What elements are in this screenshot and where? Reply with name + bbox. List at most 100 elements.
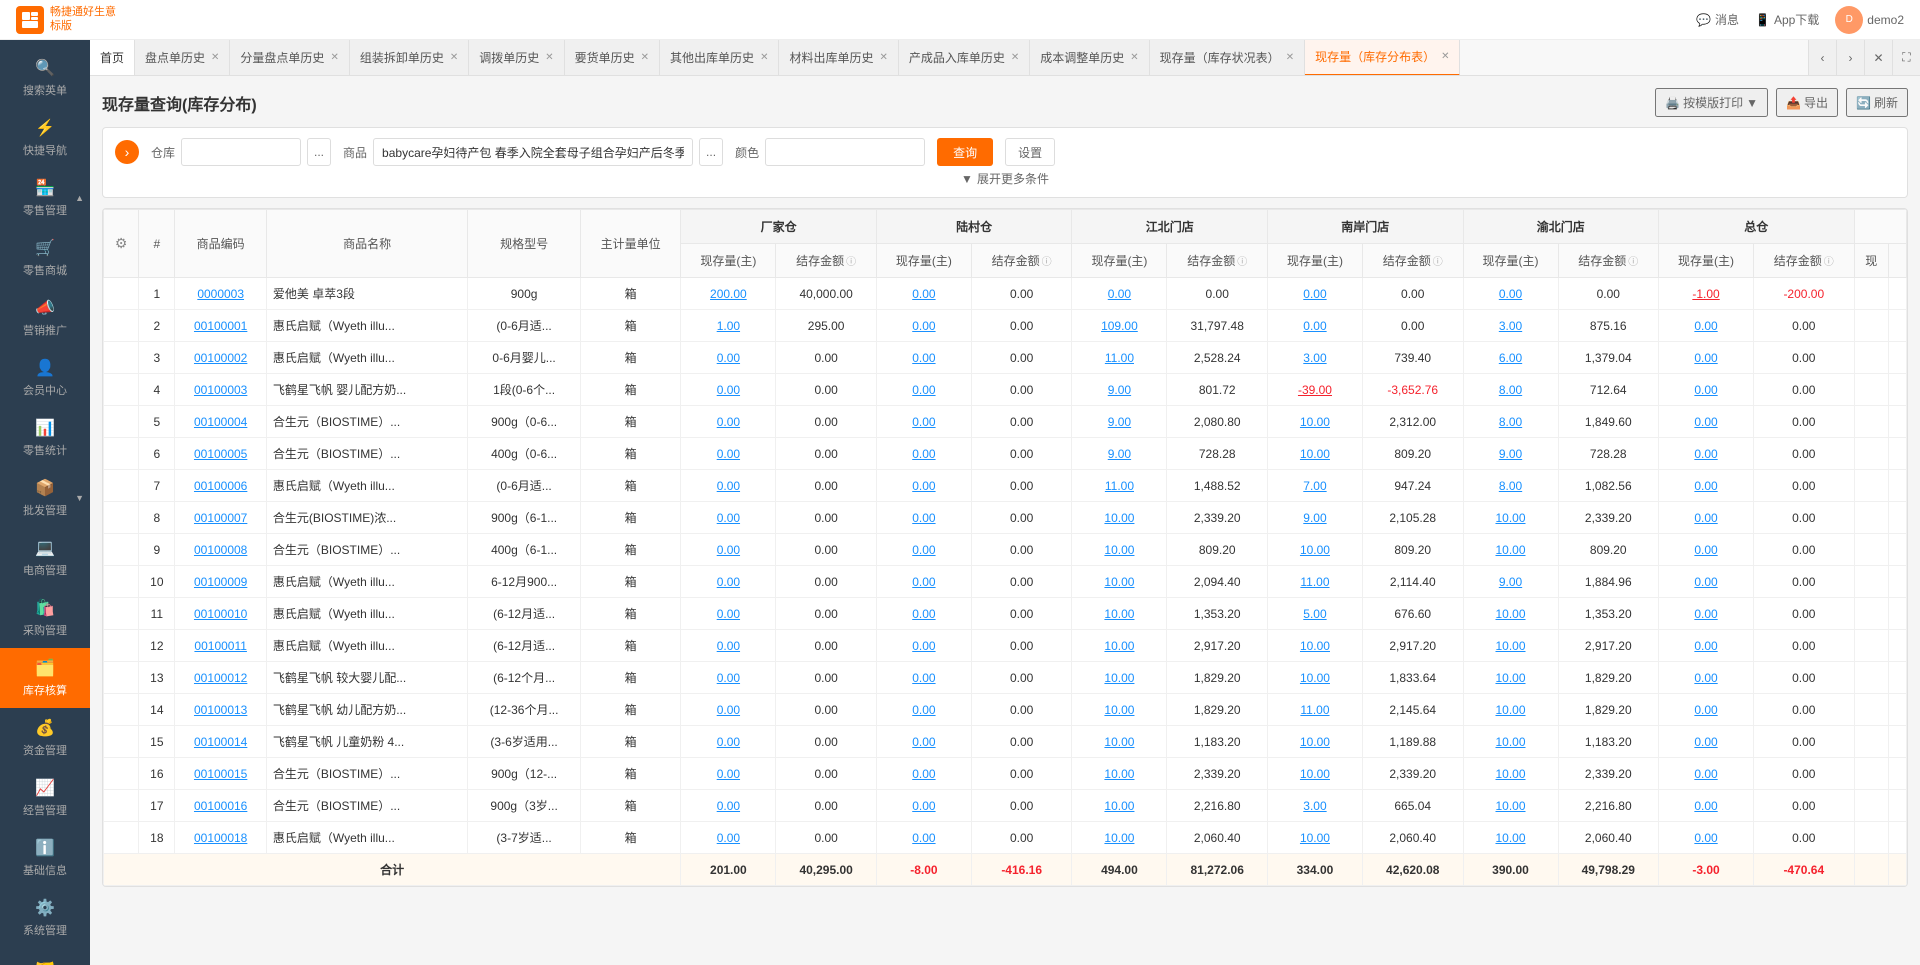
tab-cost-adjust[interactable]: 成本调整单历史 ✕ bbox=[1030, 40, 1149, 76]
sidebar-item-basic-info[interactable]: ℹ️ 基础信息 bbox=[0, 828, 90, 888]
table-cell[interactable]: 9.00 bbox=[1072, 406, 1167, 438]
table-cell[interactable]: 10.00 bbox=[1267, 406, 1362, 438]
sidebar-item-retail-stats[interactable]: 📊 零售统计 bbox=[0, 408, 90, 468]
tab-close-icon[interactable]: ✕ bbox=[1130, 52, 1138, 63]
table-cell[interactable]: 10.00 bbox=[1267, 630, 1362, 662]
tab-close-current-button[interactable]: ✕ bbox=[1864, 40, 1892, 76]
goods-input[interactable] bbox=[373, 138, 693, 166]
user-avatar[interactable]: D demo2 bbox=[1835, 6, 1904, 34]
table-cell[interactable]: 0.00 bbox=[876, 310, 971, 342]
table-cell[interactable]: 10.00 bbox=[1267, 534, 1362, 566]
export-button[interactable]: 📤 导出 bbox=[1776, 88, 1838, 117]
tab-portion-check[interactable]: 分量盘点单历史 ✕ bbox=[230, 40, 349, 76]
table-cell[interactable]: 0.00 bbox=[876, 534, 971, 566]
table-cell[interactable]: 0.00 bbox=[876, 406, 971, 438]
tab-other-out[interactable]: 其他出库单历史 ✕ bbox=[660, 40, 779, 76]
table-cell[interactable]: 00100004 bbox=[175, 406, 266, 438]
table-cell[interactable]: 9.00 bbox=[1463, 566, 1558, 598]
color-input[interactable] bbox=[765, 138, 925, 166]
table-cell[interactable]: 0.00 bbox=[681, 726, 776, 758]
sidebar-item-search[interactable]: 🔍 搜索英单 bbox=[0, 48, 90, 108]
table-cell[interactable]: 0.00 bbox=[1267, 310, 1362, 342]
table-cell[interactable]: 0.00 bbox=[1267, 278, 1362, 310]
tab-order[interactable]: 要货单历史 ✕ bbox=[565, 40, 660, 76]
table-cell[interactable]: 0.00 bbox=[681, 758, 776, 790]
table-cell[interactable]: 10.00 bbox=[1463, 598, 1558, 630]
table-cell[interactable]: 0.00 bbox=[681, 534, 776, 566]
table-cell[interactable]: 0.00 bbox=[876, 726, 971, 758]
table-cell[interactable]: 0.00 bbox=[876, 822, 971, 854]
table-cell[interactable]: 0.00 bbox=[1659, 438, 1754, 470]
table-cell[interactable]: 10.00 bbox=[1267, 438, 1362, 470]
table-cell[interactable]: 1.00 bbox=[681, 310, 776, 342]
table-cell[interactable]: 0.00 bbox=[681, 630, 776, 662]
expand-button[interactable]: › bbox=[115, 140, 139, 164]
sidebar-item-marketing[interactable]: 📣 营销推广 bbox=[0, 288, 90, 348]
table-cell[interactable]: 0.00 bbox=[681, 470, 776, 502]
tab-stock-dist[interactable]: 现存量（库存分布表） ✕ bbox=[1305, 40, 1460, 76]
table-cell[interactable]: -1.00 bbox=[1659, 278, 1754, 310]
table-cell[interactable]: 0.00 bbox=[681, 374, 776, 406]
tab-material-out[interactable]: 材料出库单历史 ✕ bbox=[779, 40, 898, 76]
table-cell[interactable]: 11.00 bbox=[1072, 470, 1167, 502]
table-cell[interactable]: 10.00 bbox=[1072, 630, 1167, 662]
table-cell[interactable]: 00100008 bbox=[175, 534, 266, 566]
table-cell[interactable]: 0.00 bbox=[876, 342, 971, 374]
table-cell[interactable]: 0.00 bbox=[1659, 790, 1754, 822]
table-cell[interactable]: 10.00 bbox=[1463, 534, 1558, 566]
table-cell[interactable]: 3.00 bbox=[1267, 790, 1362, 822]
tab-transfer[interactable]: 调拨单历史 ✕ bbox=[469, 40, 564, 76]
table-cell[interactable]: 200.00 bbox=[681, 278, 776, 310]
table-cell[interactable]: 10.00 bbox=[1267, 662, 1362, 694]
table-cell[interactable]: 9.00 bbox=[1072, 374, 1167, 406]
table-cell[interactable]: 0.00 bbox=[876, 630, 971, 662]
sidebar-item-finance[interactable]: 💰 资金管理 bbox=[0, 708, 90, 768]
table-cell[interactable]: 00100012 bbox=[175, 662, 266, 694]
tab-close-icon[interactable]: ✕ bbox=[545, 52, 553, 63]
sidebar-item-operations[interactable]: 📈 经营管理 bbox=[0, 768, 90, 828]
sidebar-item-shop[interactable]: 🛒 零售商城 bbox=[0, 228, 90, 288]
table-cell[interactable]: 10.00 bbox=[1463, 630, 1558, 662]
table-cell[interactable]: 0.00 bbox=[876, 790, 971, 822]
table-cell[interactable]: 00100003 bbox=[175, 374, 266, 406]
table-cell[interactable]: 0.00 bbox=[1072, 278, 1167, 310]
table-cell[interactable]: 10.00 bbox=[1463, 694, 1558, 726]
table-cell[interactable]: 0.00 bbox=[1659, 502, 1754, 534]
table-cell[interactable]: 10.00 bbox=[1072, 502, 1167, 534]
tab-close-icon[interactable]: ✕ bbox=[330, 52, 338, 63]
table-cell[interactable]: 10.00 bbox=[1463, 758, 1558, 790]
table-cell[interactable]: 0.00 bbox=[681, 790, 776, 822]
table-cell[interactable]: 00100010 bbox=[175, 598, 266, 630]
table-cell[interactable]: 10.00 bbox=[1072, 822, 1167, 854]
table-cell[interactable]: 10.00 bbox=[1463, 726, 1558, 758]
table-cell[interactable]: 3.00 bbox=[1463, 310, 1558, 342]
table-cell[interactable]: 00100002 bbox=[175, 342, 266, 374]
table-cell[interactable]: 3.00 bbox=[1267, 342, 1362, 374]
table-cell[interactable]: 00100018 bbox=[175, 822, 266, 854]
table-cell[interactable]: 00100005 bbox=[175, 438, 266, 470]
refresh-button[interactable]: 🔄 刷新 bbox=[1846, 88, 1908, 117]
expand-conditions-button[interactable]: ▼ 展开更多条件 bbox=[115, 166, 1895, 187]
sidebar-item-retail[interactable]: 🏪 零售管理 ▲ bbox=[0, 168, 90, 228]
tab-close-icon[interactable]: ✕ bbox=[450, 52, 458, 63]
table-cell[interactable]: 0.00 bbox=[1659, 470, 1754, 502]
table-cell[interactable]: 00100016 bbox=[175, 790, 266, 822]
table-cell[interactable]: 00100014 bbox=[175, 726, 266, 758]
table-cell[interactable]: 8.00 bbox=[1463, 374, 1558, 406]
table-cell[interactable]: 0.00 bbox=[876, 470, 971, 502]
table-cell[interactable]: 0.00 bbox=[681, 342, 776, 374]
table-cell[interactable]: 0.00 bbox=[681, 566, 776, 598]
table-cell[interactable]: 0.00 bbox=[1659, 758, 1754, 790]
table-cell[interactable]: 0.00 bbox=[876, 566, 971, 598]
table-cell[interactable]: 0.00 bbox=[876, 374, 971, 406]
table-cell[interactable]: 0.00 bbox=[876, 694, 971, 726]
table-cell[interactable]: 6.00 bbox=[1463, 342, 1558, 374]
tab-inventory-check[interactable]: 盘点单历史 ✕ bbox=[135, 40, 230, 76]
tab-close-icon[interactable]: ✕ bbox=[641, 52, 649, 63]
table-cell[interactable]: 10.00 bbox=[1463, 822, 1558, 854]
table-cell[interactable]: 10.00 bbox=[1072, 598, 1167, 630]
tab-assembly[interactable]: 组装拆卸单历史 ✕ bbox=[350, 40, 469, 76]
tab-home[interactable]: 首页 bbox=[90, 40, 135, 76]
table-cell[interactable]: 9.00 bbox=[1267, 502, 1362, 534]
sidebar-item-nav[interactable]: ⚡ 快捷导航 bbox=[0, 108, 90, 168]
